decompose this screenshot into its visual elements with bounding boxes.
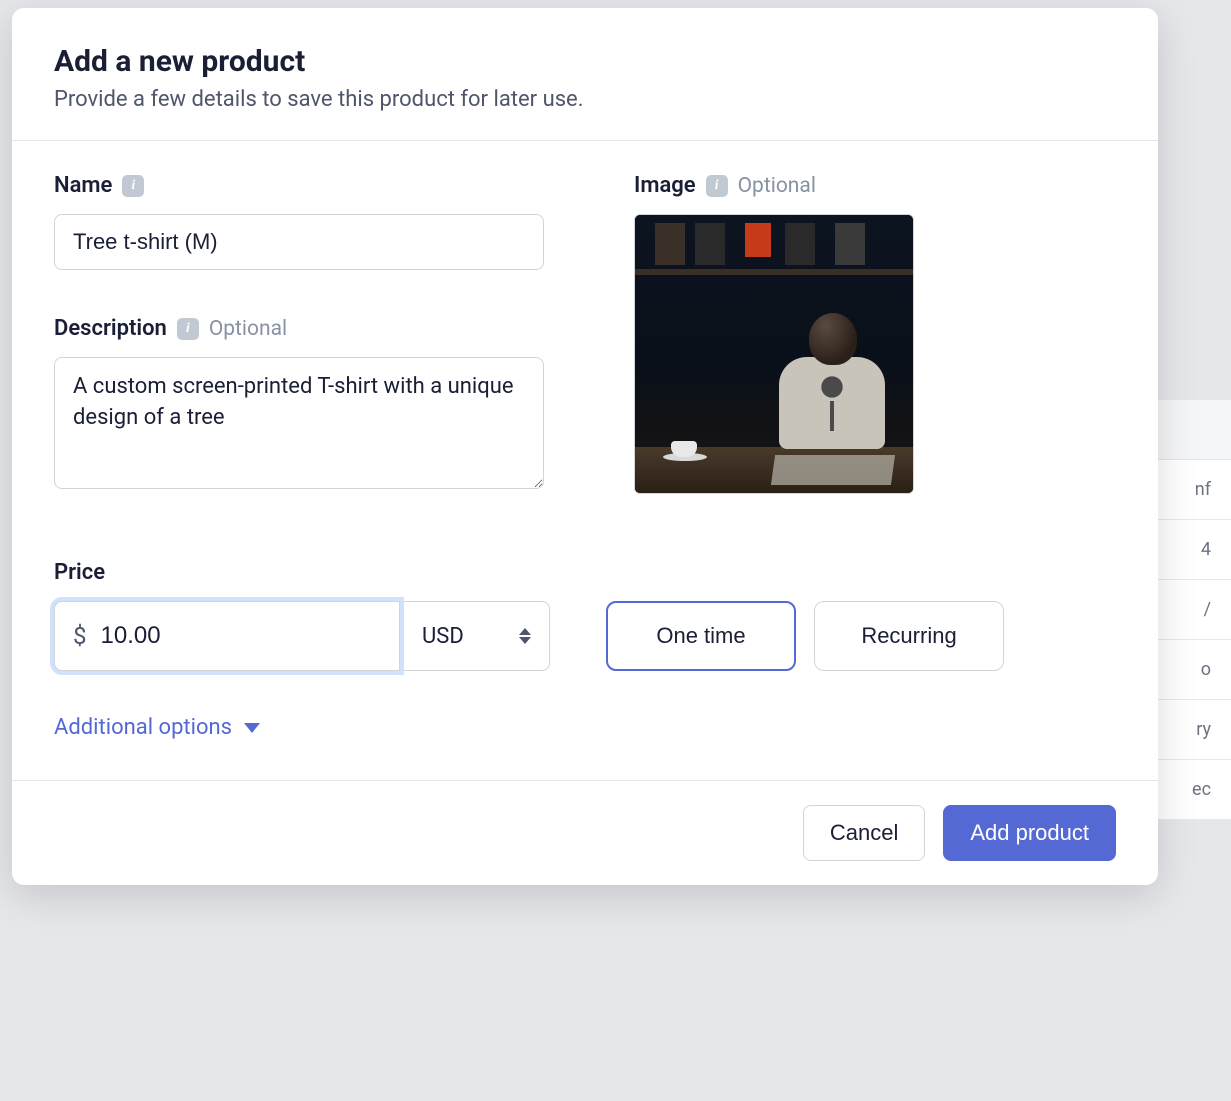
optional-text: Optional xyxy=(209,317,287,341)
description-input[interactable]: A custom screen-printed T-shirt with a u… xyxy=(54,357,544,489)
additional-options-label: Additional options xyxy=(54,715,232,740)
price-input[interactable] xyxy=(101,622,382,650)
product-image xyxy=(635,215,913,493)
name-input[interactable] xyxy=(54,214,544,270)
image-preview[interactable] xyxy=(634,214,914,494)
name-field-group: Name i xyxy=(54,173,544,270)
billing-toggle-group: One time Recurring xyxy=(606,601,1004,671)
description-label: Description xyxy=(54,316,167,341)
cancel-button[interactable]: Cancel xyxy=(803,805,925,861)
currency-label: USD xyxy=(422,624,464,649)
modal-body: Name i Description i Optional A custom s… xyxy=(12,141,1158,780)
add-product-modal: Add a new product Provide a few details … xyxy=(12,8,1158,885)
one-time-button[interactable]: One time xyxy=(606,601,796,671)
info-icon[interactable]: i xyxy=(706,175,728,197)
modal-title: Add a new product xyxy=(54,44,1116,79)
name-label: Name xyxy=(54,173,112,198)
add-product-button[interactable]: Add product xyxy=(943,805,1116,861)
modal-header: Add a new product Provide a few details … xyxy=(12,8,1158,141)
image-label: Image xyxy=(634,173,696,198)
price-amount-wrap[interactable]: $ xyxy=(54,601,400,671)
currency-symbol: $ xyxy=(73,622,87,650)
info-icon[interactable]: i xyxy=(122,175,144,197)
currency-select[interactable]: USD xyxy=(400,601,550,671)
price-section: Price $ USD xyxy=(54,560,1116,740)
price-label: Price xyxy=(54,560,105,585)
updown-icon xyxy=(519,628,531,644)
info-icon[interactable]: i xyxy=(177,318,199,340)
recurring-button[interactable]: Recurring xyxy=(814,601,1004,671)
modal-footer: Cancel Add product xyxy=(12,780,1158,885)
modal-subtitle: Provide a few details to save this produ… xyxy=(54,87,1116,112)
additional-options-toggle[interactable]: Additional options xyxy=(54,715,1116,740)
image-field-group: Image i Optional xyxy=(634,173,1116,494)
chevron-down-icon xyxy=(244,723,260,733)
price-input-group: $ USD xyxy=(54,601,550,671)
description-field-group: Description i Optional A custom screen-p… xyxy=(54,316,544,493)
optional-text: Optional xyxy=(738,174,816,198)
